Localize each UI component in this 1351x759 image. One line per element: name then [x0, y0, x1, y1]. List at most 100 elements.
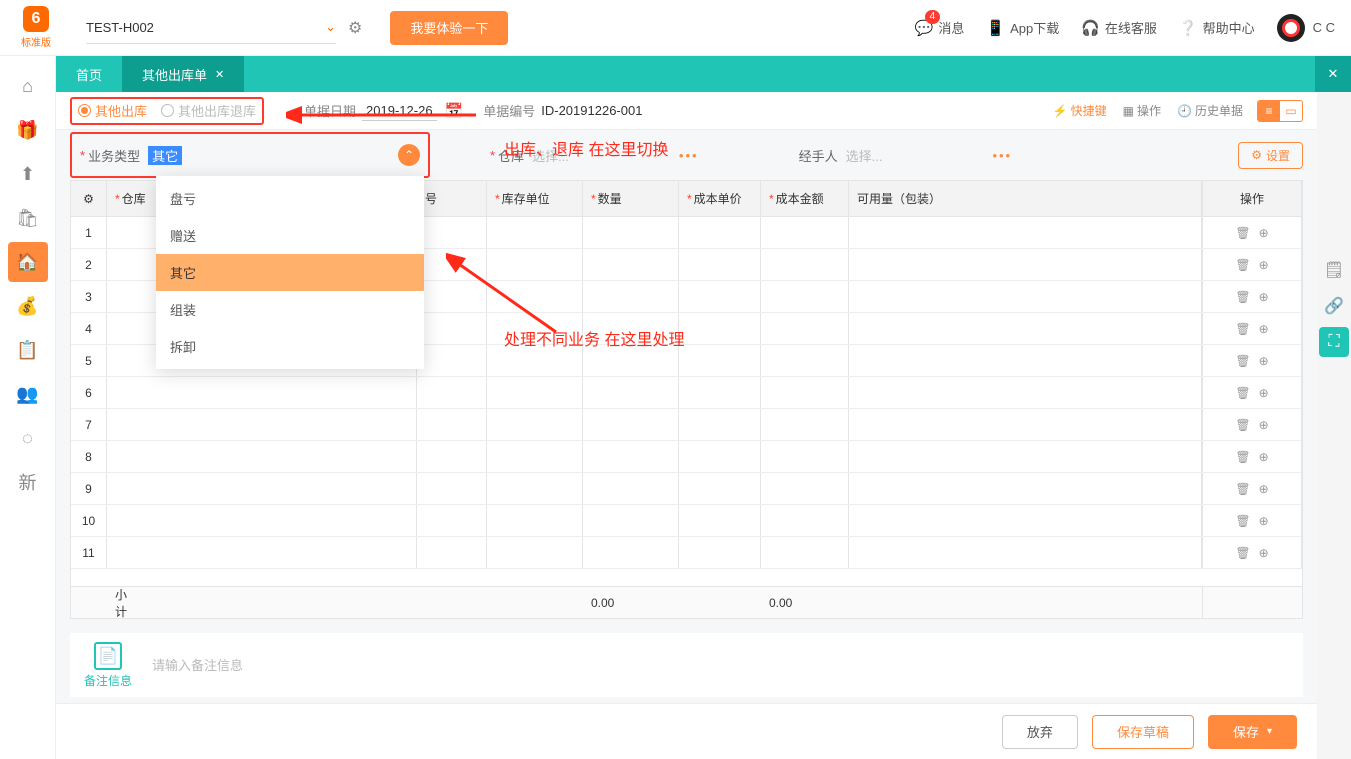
operate-link[interactable]: ▦操作: [1123, 102, 1161, 119]
expand-icon[interactable]: ⛶: [1319, 327, 1349, 357]
row-index: 1: [71, 217, 107, 248]
handler-label: 经手人: [799, 146, 838, 165]
table-row[interactable]: 10 🗑 ⊕: [71, 505, 1302, 537]
nav-sale-icon[interactable]: 🛍: [8, 198, 48, 238]
try-button[interactable]: 我要体验一下: [390, 11, 508, 45]
nav-report-icon[interactable]: 📋: [8, 330, 48, 370]
table-row[interactable]: 7🗑⊕: [71, 409, 1302, 441]
delete-icon[interactable]: 🗑: [1235, 290, 1250, 304]
add-icon[interactable]: ⊕: [1259, 514, 1269, 528]
add-icon[interactable]: ⊕: [1259, 450, 1269, 464]
row-index: 10: [71, 505, 107, 536]
table-row[interactable]: 9 🗑 ⊕: [71, 473, 1302, 505]
messages-link[interactable]: 💬 消息 4: [915, 18, 965, 37]
biz-dropdown: 盘亏 赠送 其它 组装 拆卸: [156, 176, 424, 369]
delete-icon[interactable]: 🗑: [1235, 322, 1250, 336]
app-download-link[interactable]: 📱 App下载: [986, 18, 1059, 37]
delete-icon[interactable]: 🗑: [1235, 386, 1250, 400]
right-rail: 🗒 🔗 ⛶: [1317, 92, 1351, 360]
add-icon[interactable]: ⊕: [1259, 482, 1269, 496]
more-icon[interactable]: •••: [992, 148, 1012, 163]
nav-new-icon[interactable]: 新: [8, 462, 48, 502]
subtotal-amount: 0.00: [761, 587, 849, 618]
link-icon[interactable]: 🔗: [1319, 291, 1349, 321]
dd-option-loss[interactable]: 盘亏: [156, 180, 424, 217]
calendar-icon[interactable]: 📅: [445, 102, 464, 120]
dd-option-disassemble[interactable]: 拆卸: [156, 328, 424, 365]
filter-row: * 业务类型 其它 ⌃ 盘亏 赠送 其它 组装 拆卸 * 仓库 选择... ••…: [56, 130, 1317, 180]
app-label: App下载: [1010, 18, 1059, 37]
add-icon[interactable]: ⊕: [1259, 290, 1269, 304]
table-row[interactable]: 11🗑⊕: [71, 537, 1302, 569]
save-draft-button[interactable]: 保存草稿: [1092, 715, 1194, 749]
radio-return[interactable]: 其他出库退库: [161, 101, 256, 120]
delete-icon[interactable]: 🗑: [1235, 482, 1250, 496]
logo-edition: 标准版: [21, 34, 51, 49]
delete-icon[interactable]: 🗑: [1235, 418, 1250, 432]
logo: 6 标准版: [16, 6, 56, 49]
support-link[interactable]: 🎧 在线客服: [1081, 18, 1157, 37]
date-value[interactable]: 2019-12-26: [362, 101, 437, 121]
note-icon: 📄: [94, 642, 122, 670]
warehouse-filter[interactable]: * 仓库 选择... •••: [490, 146, 699, 165]
remark-section: 📄 备注信息: [70, 633, 1303, 697]
view-list[interactable]: ≡: [1258, 101, 1280, 121]
add-icon[interactable]: ⊕: [1259, 546, 1269, 560]
dd-option-assemble[interactable]: 组装: [156, 291, 424, 328]
add-icon[interactable]: ⊕: [1259, 354, 1269, 368]
delete-icon[interactable]: 🗑: [1235, 546, 1250, 560]
delete-icon[interactable]: 🗑: [1235, 226, 1250, 240]
nav-finance-icon[interactable]: 💰: [8, 286, 48, 326]
doc-no-label: 单据编号: [483, 101, 535, 120]
radio-outbound[interactable]: 其他出库: [78, 101, 147, 120]
tab-outbound[interactable]: 其他出库单 ✕: [122, 56, 244, 92]
delete-icon[interactable]: 🗑: [1235, 514, 1250, 528]
add-icon[interactable]: ⊕: [1259, 418, 1269, 432]
discard-button[interactable]: 放弃: [1002, 715, 1078, 749]
delete-icon[interactable]: 🗑: [1235, 258, 1250, 272]
close-all-tabs[interactable]: ✕: [1315, 56, 1351, 92]
add-icon[interactable]: ⊕: [1259, 258, 1269, 272]
radio-return-label: 其他出库退库: [178, 101, 256, 120]
table-row[interactable]: 8🗑⊕: [71, 441, 1302, 473]
shortcut-link[interactable]: ⚡快捷键: [1053, 102, 1107, 119]
avatar[interactable]: [1277, 14, 1305, 42]
add-icon[interactable]: ⊕: [1259, 226, 1269, 240]
row-index: 5: [71, 345, 107, 376]
note-icon[interactable]: 🗒: [1319, 255, 1349, 285]
more-icon[interactable]: •••: [679, 148, 699, 163]
dd-option-gift[interactable]: 赠送: [156, 217, 424, 254]
help-link[interactable]: ❔ 帮助中心: [1179, 18, 1255, 37]
nav-refresh-icon[interactable]: ◌: [8, 418, 48, 458]
business-type-select[interactable]: * 业务类型 其它 ⌃ 盘亏 赠送 其它 组装 拆卸: [70, 132, 430, 178]
save-button[interactable]: 保存▾: [1208, 715, 1297, 749]
col-operate: 操作: [1202, 181, 1302, 216]
handler-filter[interactable]: 经手人 选择... •••: [799, 146, 1013, 165]
add-icon[interactable]: ⊕: [1259, 322, 1269, 336]
dd-option-other[interactable]: 其它: [156, 254, 424, 291]
col-gear[interactable]: ⚙: [71, 181, 107, 216]
nav-purchase-icon[interactable]: ⬆: [8, 154, 48, 194]
chevron-up-icon: ⌃: [398, 144, 420, 166]
nav-gift-icon[interactable]: 🎁: [8, 110, 48, 150]
tab-home[interactable]: 首页: [56, 56, 122, 92]
nav-contacts-icon[interactable]: 👥: [8, 374, 48, 414]
shop-select[interactable]: TEST-H002 ⌄: [86, 12, 336, 44]
gear-icon[interactable]: ⚙: [348, 18, 362, 38]
settings-button[interactable]: ⚙ 设置: [1238, 142, 1303, 169]
history-link[interactable]: 🕘历史单据: [1177, 102, 1243, 119]
remark-input[interactable]: [152, 658, 1289, 673]
warehouse-placeholder: 选择...: [532, 146, 569, 165]
doc-no-value: ID-20191226-001: [541, 103, 642, 118]
remark-label: 备注信息: [84, 672, 132, 689]
table-row[interactable]: 6🗑⊕: [71, 377, 1302, 409]
nav-warehouse-icon[interactable]: 🏠: [8, 242, 48, 282]
row-index: 9: [71, 473, 107, 504]
add-icon[interactable]: ⊕: [1259, 386, 1269, 400]
close-icon[interactable]: ✕: [215, 68, 224, 81]
nav-home-icon[interactable]: ⌂: [8, 66, 48, 106]
delete-icon[interactable]: 🗑: [1235, 354, 1250, 368]
view-card[interactable]: ▭: [1280, 101, 1302, 121]
delete-icon[interactable]: 🗑: [1235, 450, 1250, 464]
gear-icon: ⚙: [1251, 148, 1262, 162]
